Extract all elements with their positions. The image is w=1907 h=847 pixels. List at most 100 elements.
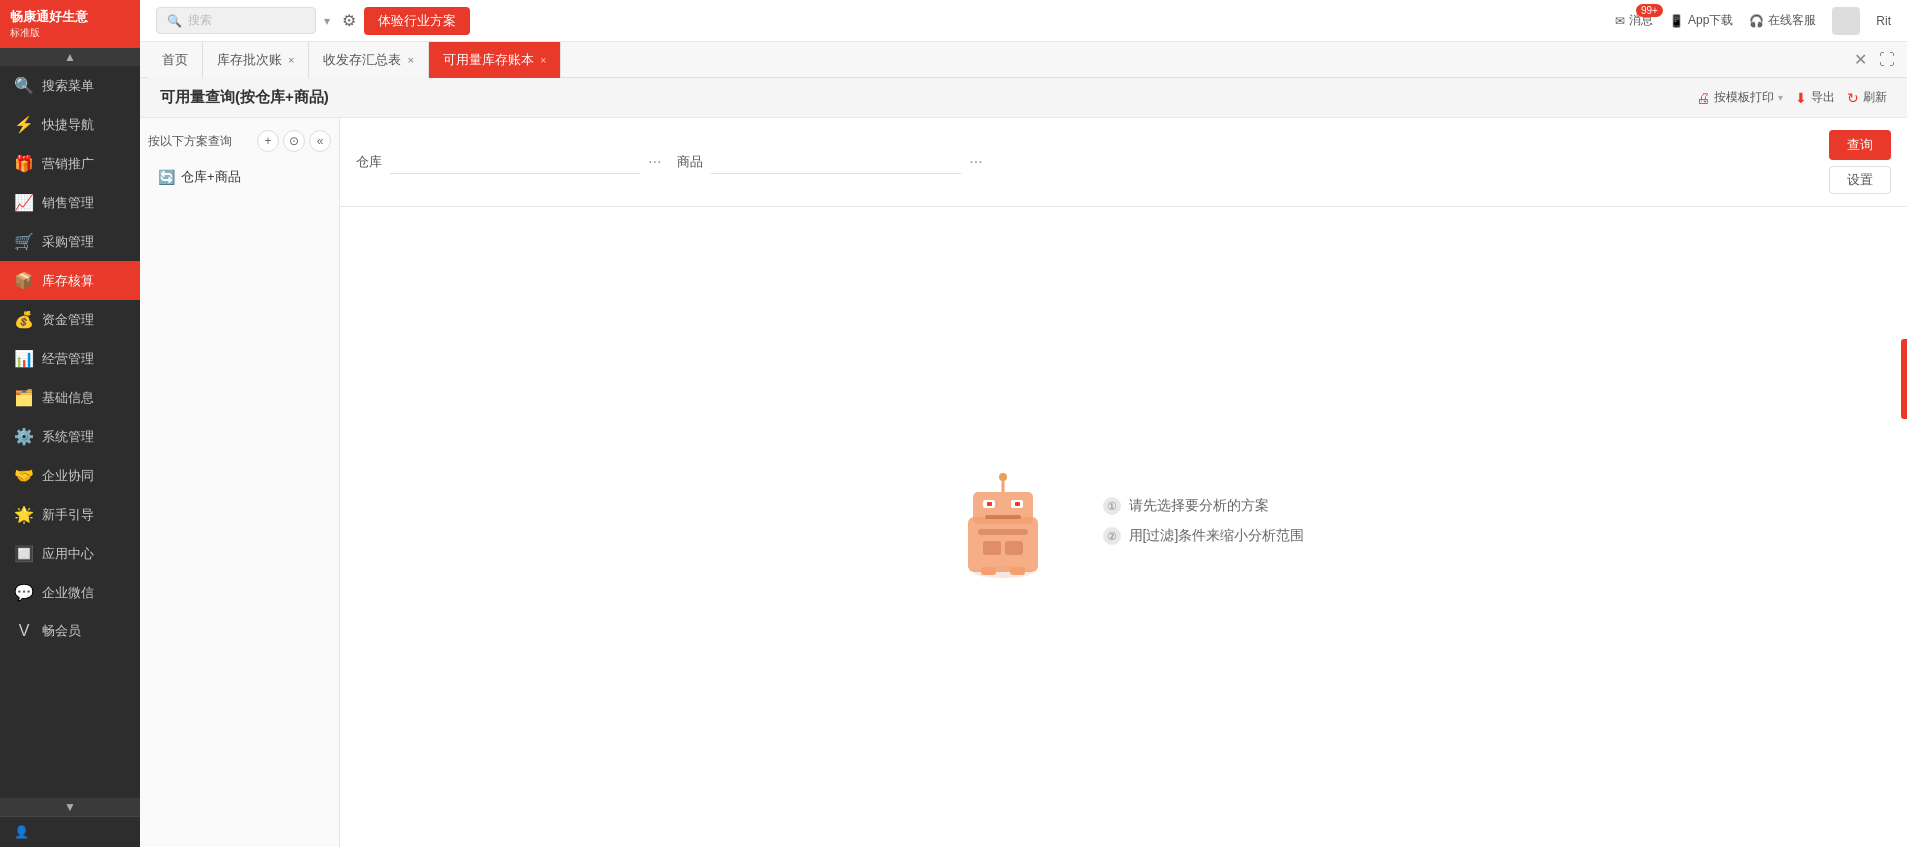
- step-1-text: 请先选择要分析的方案: [1129, 497, 1269, 515]
- sidebar-item-finance[interactable]: 💰资金管理: [0, 300, 140, 339]
- topbar-gear-icon[interactable]: ⚙: [342, 11, 356, 30]
- sidebar-item-operations[interactable]: 📊 经营管理: [0, 339, 140, 378]
- tab-collect-ledger[interactable]: 收发存汇总表 ×: [309, 42, 428, 78]
- page-header: 可用量查询(按仓库+商品) 🖨 按模板打印 ▾ ⬇ 导出 ↻ 刷新: [140, 78, 1907, 118]
- sidebar-item-sales[interactable]: 📈销售管理: [0, 183, 140, 222]
- nav-label-purchase: 采购管理: [42, 233, 94, 251]
- filter-item-label: 仓库+商品: [181, 168, 241, 186]
- query-button[interactable]: 查询: [1829, 130, 1891, 160]
- filter-actions: + ⊙ «: [257, 130, 331, 152]
- nav-icon-operations: 📊: [14, 349, 34, 368]
- filter-collapse-icon[interactable]: «: [309, 130, 331, 152]
- sidebar-scroll-up[interactable]: ▲: [0, 48, 140, 66]
- sidebar-item-shortcut[interactable]: ⚡快捷导航: [0, 105, 140, 144]
- sidebar-item-newbie[interactable]: 🌟新手引导: [0, 495, 140, 534]
- warehouse-input[interactable]: [390, 150, 640, 174]
- nav-icon-shortcut: ⚡: [14, 115, 34, 134]
- sidebar-item-apps[interactable]: 🔲应用中心: [0, 534, 140, 573]
- sidebar-item-wechat[interactable]: 💬企业微信: [0, 573, 140, 612]
- tab-batch-ledger-close[interactable]: ×: [288, 54, 294, 66]
- topbar-search-placeholder: 搜索: [188, 12, 212, 29]
- step-num-1: ①: [1103, 497, 1121, 515]
- nav-icon-inventory: 📦: [14, 271, 34, 290]
- tabbar: 首页 库存批次账 × 收发存汇总表 × 可用量库存账本 × ✕ ⛶: [140, 42, 1907, 78]
- trial-industry-button[interactable]: 体验行业方案: [364, 7, 470, 35]
- tab-home[interactable]: 首页: [148, 42, 203, 78]
- refresh-action[interactable]: ↻ 刷新: [1847, 89, 1887, 106]
- page-title: 可用量查询(按仓库+商品): [160, 88, 329, 107]
- svg-rect-1: [968, 517, 1038, 572]
- query-panel: 仓库 ··· 商品 ··· 查询 设置: [340, 118, 1907, 847]
- svg-rect-6: [1015, 502, 1020, 506]
- sidebar-bottom-user[interactable]: 👤: [0, 816, 140, 847]
- settings-button[interactable]: 设置: [1829, 166, 1891, 194]
- tab-batch-ledger-label: 库存批次账: [217, 51, 282, 69]
- refresh-icon: ↻: [1847, 90, 1859, 106]
- sidebar-item-purchase[interactable]: 🛒采购管理: [0, 222, 140, 261]
- sidebar-item-basics[interactable]: 🗂️基础信息: [0, 378, 140, 417]
- nav-icon-system: ⚙️: [14, 427, 34, 446]
- empty-step-2: ② 用[过滤]条件来缩小分析范围: [1103, 527, 1305, 545]
- tab-batch-ledger[interactable]: 库存批次账 ×: [203, 42, 309, 78]
- main-area: 🔍 搜索 ▾ ⚙ 体验行业方案 ✉ 消息 99+ 📱 App下载 🎧 在线客服 …: [140, 0, 1907, 847]
- goods-label: 商品: [677, 153, 703, 171]
- sidebar-scroll-down[interactable]: ▼: [0, 798, 140, 816]
- export-action[interactable]: ⬇ 导出: [1795, 89, 1835, 106]
- topbar-chevron-icon[interactable]: ▾: [324, 14, 330, 28]
- sidebar-item-enterprise[interactable]: 🤝企业协同: [0, 456, 140, 495]
- topbar-app-download[interactable]: 📱 App下载: [1669, 12, 1733, 29]
- content-area: 按以下方案查询 + ⊙ « 🔄 仓库+商品 仓库 ···: [140, 118, 1907, 847]
- sidebar-item-system[interactable]: ⚙️系统管理: [0, 417, 140, 456]
- headset-icon: 🎧: [1749, 14, 1764, 28]
- nav-label-wechat: 企业微信: [42, 584, 94, 602]
- tab-available-ledger[interactable]: 可用量库存账本 ×: [429, 42, 561, 78]
- topbar-right: ✉ 消息 99+ 📱 App下载 🎧 在线客服 Rit: [1615, 7, 1891, 35]
- sidebar-item-marketing[interactable]: 🎁营销推广: [0, 144, 140, 183]
- goods-input[interactable]: [711, 150, 961, 174]
- nav-icon-apps: 🔲: [14, 544, 34, 563]
- nav-icon-sales: 📈: [14, 193, 34, 212]
- nav-label-newbie: 新手引导: [42, 506, 94, 524]
- tab-fullscreen-button[interactable]: ⛶: [1875, 47, 1899, 73]
- tab-available-ledger-label: 可用量库存账本: [443, 51, 534, 69]
- message-badge: 99+: [1636, 4, 1663, 17]
- warehouse-more-icon[interactable]: ···: [648, 153, 661, 171]
- topbar-search-box[interactable]: 🔍 搜索: [156, 7, 316, 34]
- refresh-label: 刷新: [1863, 89, 1887, 106]
- print-icon: 🖨: [1696, 90, 1710, 106]
- topbar-avatar[interactable]: [1832, 7, 1860, 35]
- app-subtitle: 标准版: [10, 26, 130, 40]
- query-button-group: 查询 设置: [1829, 130, 1891, 194]
- step-2-text: 用[过滤]条件来缩小分析范围: [1129, 527, 1305, 545]
- goods-more-icon[interactable]: ···: [969, 153, 982, 171]
- nav-label-finance: 资金管理: [42, 311, 94, 329]
- filter-settings-icon[interactable]: ⊙: [283, 130, 305, 152]
- nav-label-enterprise: 企业协同: [42, 467, 94, 485]
- nav-label-operations: 经营管理: [42, 350, 94, 368]
- sidebar-nav: 🔍搜索菜单⚡快捷导航🎁营销推广📈销售管理🛒采购管理📦库存核算💰资金管理 📊 经营管理…: [0, 66, 140, 798]
- print-chevron-icon: ▾: [1778, 92, 1783, 103]
- user-avatar-small: 👤: [14, 825, 29, 839]
- filter-header-label: 按以下方案查询: [148, 133, 232, 150]
- empty-text-list: ① 请先选择要分析的方案 ② 用[过滤]条件来缩小分析范围: [1103, 497, 1305, 557]
- sidebar-item-inventory[interactable]: 📦库存核算: [0, 261, 140, 300]
- sidebar-item-member[interactable]: V 畅会员: [0, 612, 140, 650]
- app-download-label: App下载: [1688, 12, 1733, 29]
- query-bar: 仓库 ··· 商品 ··· 查询 设置: [340, 118, 1907, 207]
- print-action[interactable]: 🖨 按模板打印 ▾: [1696, 89, 1783, 106]
- export-label: 导出: [1811, 89, 1835, 106]
- topbar-messages[interactable]: ✉ 消息 99+: [1615, 12, 1653, 29]
- filter-item-warehouse-goods[interactable]: 🔄 仓库+商品: [148, 162, 331, 192]
- tab-collect-ledger-close[interactable]: ×: [407, 54, 413, 66]
- svg-rect-11: [981, 567, 996, 575]
- tab-close-button[interactable]: ✕: [1850, 46, 1871, 73]
- topbar-customer-service[interactable]: 🎧 在线客服: [1749, 12, 1816, 29]
- tab-available-ledger-close[interactable]: ×: [540, 54, 546, 66]
- svg-rect-5: [987, 502, 992, 506]
- nav-icon-member: V: [14, 622, 34, 640]
- filter-add-icon[interactable]: +: [257, 130, 279, 152]
- export-icon: ⬇: [1795, 90, 1807, 106]
- right-edge-indicator[interactable]: [1901, 339, 1907, 419]
- nav-label-member: 畅会员: [42, 622, 81, 640]
- sidebar-item-search[interactable]: 🔍搜索菜单: [0, 66, 140, 105]
